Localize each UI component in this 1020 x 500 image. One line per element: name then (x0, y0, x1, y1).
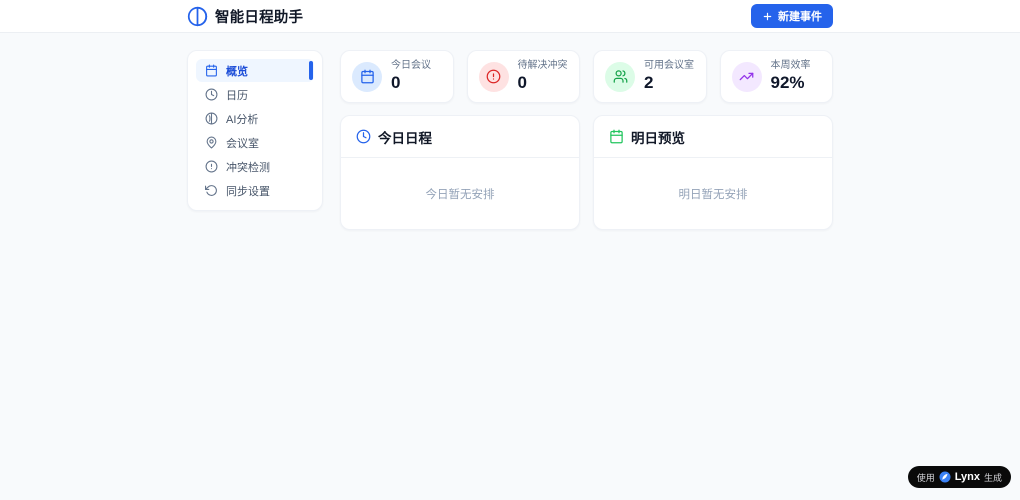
stat-card-weekly-efficiency: 本周效率 92% (719, 50, 833, 103)
panel-title: 明日预览 (631, 130, 685, 146)
badge-prefix: 使用 (916, 472, 935, 483)
badge-brand: Lynx (954, 471, 980, 483)
lynx-attribution-badge[interactable]: 使用 Lynx 生成 (907, 466, 1011, 488)
sidebar-item-label: 冲突检测 (226, 161, 270, 174)
plus-icon (763, 12, 772, 20)
stat-label: 今日会议 (391, 60, 431, 72)
stat-card-available-rooms: 可用会议室 2 (593, 50, 707, 103)
sidebar-item-calendar[interactable]: 日历 (196, 83, 314, 106)
sidebar-item-ai-analysis[interactable]: AI分析 (196, 107, 314, 130)
ai-circle-icon (205, 112, 218, 125)
map-pin-icon (206, 136, 217, 149)
sidebar-item-sync-settings[interactable]: 同步设置 (196, 179, 314, 202)
stat-label: 待解决冲突 (517, 60, 568, 72)
lynx-logo-icon (939, 471, 951, 483)
tomorrow-preview-panel: 明日预览 明日暂无安排 (593, 115, 833, 230)
panel-title: 今日日程 (378, 130, 432, 146)
stat-card-pending-conflicts: 待解决冲突 0 (466, 50, 580, 103)
sidebar-item-overview[interactable]: 概览 (196, 59, 314, 82)
app-header: 智能日程助手 新建事件 (0, 0, 1020, 33)
sidebar-item-label: 日历 (226, 89, 248, 102)
stat-label: 本周效率 (770, 60, 811, 72)
main-area: 今日会议 0 待解决冲突 0 可用会议室 2 本周效率 92% 今日日程 今日暂… (340, 50, 833, 230)
sidebar-nav: 概览 日历 AI分析 会议室 冲突检测 同步设置 (187, 50, 323, 211)
stat-value: 0 (517, 72, 527, 92)
clock-icon (356, 129, 371, 144)
new-event-button[interactable]: 新建事件 (751, 4, 833, 28)
sidebar-item-meeting-rooms[interactable]: 会议室 (196, 131, 314, 154)
today-schedule-panel: 今日日程 今日暂无安排 (340, 115, 580, 230)
stat-label: 可用会议室 (644, 60, 694, 72)
active-indicator (309, 61, 313, 80)
empty-state-text: 今日暂无安排 (425, 188, 495, 201)
alert-circle-icon (205, 160, 218, 173)
alert-circle-icon (478, 61, 509, 92)
page-title: 智能日程助手 (215, 9, 304, 26)
today-schedule-header: 今日日程 (341, 116, 579, 158)
stat-card-today-meetings: 今日会议 0 (340, 50, 454, 103)
brand: 智能日程助手 (187, 6, 303, 27)
app-logo-icon (187, 6, 208, 27)
trending-up-icon (731, 61, 762, 92)
calendar-icon (206, 64, 217, 77)
stat-value: 0 (391, 72, 401, 92)
content-area: 概览 日历 AI分析 会议室 冲突检测 同步设置 今日会议 0 待解决冲突 0 … (187, 50, 833, 230)
sidebar-item-conflict-detection[interactable]: 冲突检测 (196, 155, 314, 178)
panels-grid: 今日日程 今日暂无安排 明日预览 明日暂无安排 (340, 115, 833, 230)
sidebar-item-label: 会议室 (226, 137, 259, 150)
tomorrow-preview-header: 明日预览 (594, 116, 832, 158)
clock-icon (205, 88, 218, 101)
stats-grid: 今日会议 0 待解决冲突 0 可用会议室 2 本周效率 92% (340, 50, 833, 103)
sync-icon (205, 185, 217, 196)
calendar-icon (610, 129, 623, 144)
stat-value: 92% (770, 72, 805, 92)
calendar-icon (352, 61, 382, 92)
sidebar-item-label: AI分析 (226, 113, 259, 126)
badge-suffix: 生成 (983, 472, 1002, 483)
empty-state-text: 明日暂无安排 (678, 188, 748, 201)
sidebar-item-label: 同步设置 (226, 185, 270, 198)
sidebar-item-label: 概览 (226, 65, 248, 78)
stat-value: 2 (644, 72, 654, 92)
new-event-button-label: 新建事件 (778, 11, 822, 23)
users-icon (605, 61, 635, 92)
